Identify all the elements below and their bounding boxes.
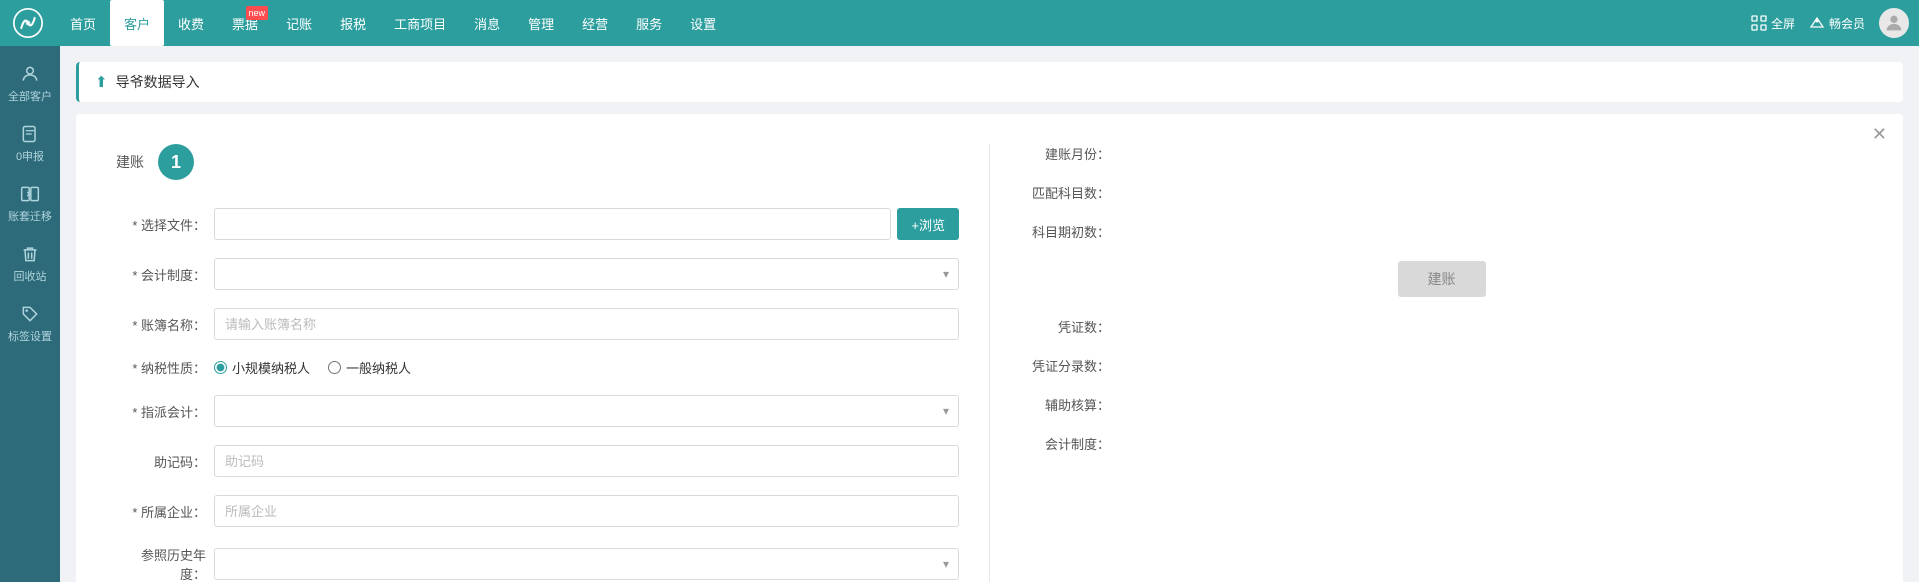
nav-messages[interactable]: 消息 [460, 0, 514, 46]
nav-operations[interactable]: 经营 [568, 0, 622, 46]
match-subject-row: 匹配科目数： [1020, 183, 1863, 202]
sidebar-item-all-clients-label: 全部客户 [8, 88, 52, 104]
file-select-row: * 选择文件： +浏览 [116, 208, 959, 240]
user-avatar[interactable] [1879, 8, 1909, 38]
member-label: 畅会员 [1829, 15, 1865, 32]
history-year-select-wrap [214, 548, 959, 580]
right-account-system-label: 会计制度： [1020, 434, 1110, 453]
step-container: 建账 1 [116, 144, 959, 188]
content-area: ⬆ 导爷数据导入 ✕ 建账 1 [60, 46, 1919, 582]
right-account-system-row: 会计制度： [1020, 434, 1863, 453]
aux-calc-label: 辅助核算： [1020, 395, 1110, 414]
sidebar-item-declare-label: 0申报 [16, 148, 44, 164]
import-icon: ⬆ [95, 73, 108, 91]
topnav-right: 全屏 畅会员 [1751, 8, 1909, 38]
account-book-input[interactable] [214, 308, 959, 340]
form-left: 建账 1 * 选择文件： +浏览 [116, 144, 959, 582]
nav-fees[interactable]: 收费 [164, 0, 218, 46]
assigned-accountant-row: * 指派会计： [116, 395, 959, 427]
tax-type-general[interactable]: 一般纳税人 [328, 358, 411, 377]
history-year-select[interactable] [214, 548, 959, 580]
assigned-accountant-select[interactable] [214, 395, 959, 427]
tax-type-label: * 纳税性质： [116, 358, 206, 377]
company-label: * 所属企业： [116, 502, 206, 521]
match-subject-label: 匹配科目数： [1020, 183, 1110, 202]
account-book-label: * 账簿名称： [116, 315, 206, 334]
tax-type-row: * 纳税性质： 小规模纳税人 一般纳税人 [116, 358, 959, 377]
create-month-label: 建账月份： [1020, 144, 1110, 163]
form-divider [989, 144, 990, 582]
form-body: 建账 1 * 选择文件： +浏览 [116, 144, 1863, 582]
file-input[interactable] [214, 208, 891, 240]
tax-type-general-label: 一般纳税人 [346, 358, 411, 377]
file-row: +浏览 [214, 208, 959, 240]
app-logo [10, 5, 46, 41]
browse-button[interactable]: +浏览 [897, 208, 959, 240]
fullscreen-btn[interactable]: 全屏 [1751, 15, 1795, 32]
assigned-accountant-label: * 指派会计： [116, 402, 206, 421]
voucher-count-row: 凭证数： [1020, 317, 1863, 336]
nav-settings[interactable]: 设置 [676, 0, 730, 46]
fullscreen-label: 全屏 [1771, 15, 1795, 32]
tax-type-small-radio[interactable] [214, 361, 227, 374]
nav-bills[interactable]: 票据 new [218, 0, 272, 46]
company-input[interactable] [214, 495, 959, 527]
subject-init-label: 科目期初数： [1020, 222, 1110, 241]
nav-services[interactable]: 服务 [622, 0, 676, 46]
sidebar-item-trash[interactable]: 回收站 [0, 234, 60, 294]
step-circle: 1 [158, 144, 194, 180]
nav-management[interactable]: 管理 [514, 0, 568, 46]
nav-home[interactable]: 首页 [56, 0, 110, 46]
file-label: * 选择文件： [116, 215, 206, 234]
voucher-entries-label: 凭证分录数： [1020, 356, 1110, 375]
company-row: * 所属企业： [116, 495, 959, 527]
sidebar-item-all-clients[interactable]: 全部客户 [0, 54, 60, 114]
account-book-row: * 账簿名称： [116, 308, 959, 340]
account-system-select[interactable]: 小企业会计准则 企业会计准则 行政事业单位 [214, 258, 959, 290]
step-number: 1 [171, 152, 181, 173]
sidebar-item-migrate[interactable]: 账套迁移 [0, 174, 60, 234]
nav-business-project[interactable]: 工商项目 [380, 0, 460, 46]
sidebar-item-tags-label: 标签设置 [8, 328, 52, 344]
nav-tax[interactable]: 报税 [326, 0, 380, 46]
sidebar-item-trash-label: 回收站 [14, 268, 47, 284]
aux-calc-row: 辅助核算： [1020, 395, 1863, 414]
form-card: ✕ 建账 1 * 选择文件： [76, 114, 1903, 582]
form-right: 建账月份： 匹配科目数： 科目期初数： 建账 [1020, 144, 1863, 582]
sidebar-item-declare[interactable]: 0申报 [0, 114, 60, 174]
create-account-button[interactable]: 建账 [1398, 261, 1486, 297]
voucher-entries-row: 凭证分录数： [1020, 356, 1863, 375]
sidebar: 全部客户 0申报 账套迁移 回收站 [0, 46, 60, 582]
nav-clients[interactable]: 客户 [110, 0, 164, 46]
subject-init-row: 科目期初数： [1020, 222, 1863, 241]
main-layout: 全部客户 0申报 账套迁移 回收站 [0, 46, 1919, 582]
tax-type-radio-group: 小规模纳税人 一般纳税人 [214, 358, 959, 377]
assigned-accountant-select-wrap [214, 395, 959, 427]
member-btn[interactable]: 畅会员 [1809, 15, 1865, 32]
history-year-label: 参照历史年度： [116, 545, 206, 582]
top-navigation: 首页 客户 收费 票据 new 记账 报税 工商项目 消息 管理 经营 服务 设… [0, 0, 1919, 46]
tax-type-small[interactable]: 小规模纳税人 [214, 358, 310, 377]
memo-code-input[interactable] [214, 445, 959, 477]
memo-code-row: 助记码： [116, 445, 959, 477]
create-month-row: 建账月份： [1020, 144, 1863, 163]
close-button[interactable]: ✕ [1872, 124, 1887, 145]
history-year-row: 参照历史年度： [116, 545, 959, 582]
new-badge: new [246, 6, 269, 20]
memo-code-label: 助记码： [116, 452, 206, 471]
account-system-row: * 会计制度： 小企业会计准则 企业会计准则 行政事业单位 [116, 258, 959, 290]
nav-items: 首页 客户 收费 票据 new 记账 报税 工商项目 消息 管理 经营 服务 设… [56, 0, 1751, 46]
tax-type-small-label: 小规模纳税人 [232, 358, 310, 377]
tax-type-general-radio[interactable] [328, 361, 341, 374]
account-system-label: * 会计制度： [116, 265, 206, 284]
step-label: 建账 [116, 152, 146, 172]
account-system-select-wrap: 小企业会计准则 企业会计准则 行政事业单位 [214, 258, 959, 290]
page-header: ⬆ 导爷数据导入 [76, 62, 1903, 102]
sidebar-item-tags[interactable]: 标签设置 [0, 294, 60, 354]
voucher-count-label: 凭证数： [1020, 317, 1110, 336]
sidebar-item-migrate-label: 账套迁移 [8, 208, 52, 224]
page-title: 导爷数据导入 [116, 72, 200, 92]
nav-bookkeeping[interactable]: 记账 [272, 0, 326, 46]
